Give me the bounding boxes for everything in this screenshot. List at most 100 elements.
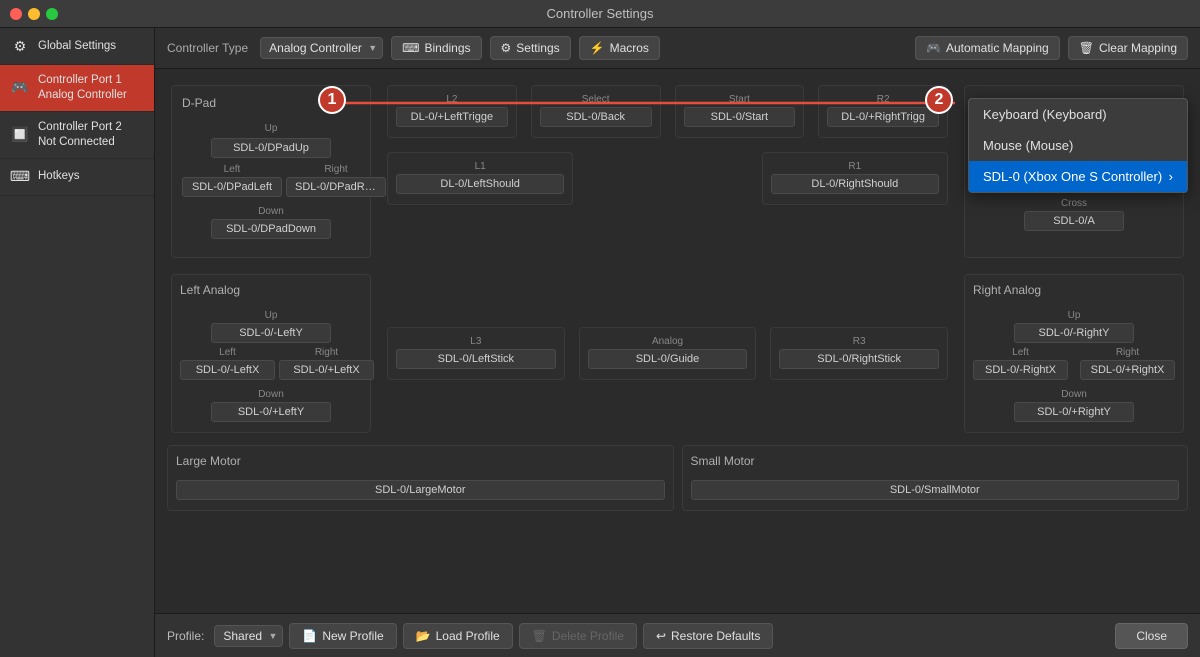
start-label: Start — [684, 94, 796, 105]
settings-button[interactable]: ⚙ Settings — [490, 36, 571, 60]
delete-profile-button[interactable]: 🗑 Delete Profile — [519, 623, 637, 649]
right-analog-left-bind[interactable]: SDL-0/-RightX — [973, 360, 1068, 380]
controller-icon-2: 🔲 — [10, 125, 30, 145]
load-profile-button[interactable]: 📂 Load Profile — [403, 623, 513, 649]
new-profile-label: New Profile — [322, 629, 383, 643]
start-section: Start SDL-0/Start — [675, 85, 805, 138]
r3-bind[interactable]: SDL-0/RightStick — [779, 349, 939, 369]
sidebar-item-global-settings[interactable]: ⚙ Global Settings — [0, 28, 154, 65]
dpad-right-bind[interactable]: SDL-0/DPadRight — [286, 177, 386, 197]
dropdown-item-sdl0-label: SDL-0 (Xbox One S Controller) — [983, 169, 1162, 184]
sidebar: ⚙ Global Settings 🎮 Controller Port 1Ana… — [0, 28, 155, 657]
sidebar-label-controller-port-1: Controller Port 1Analog Controller — [38, 73, 127, 103]
keyboard-icon: ⌨ — [10, 167, 30, 187]
profile-select-wrapper[interactable]: Shared ▼ — [214, 625, 283, 647]
profile-select[interactable]: Shared — [214, 625, 283, 647]
window-title: Controller Settings — [547, 6, 654, 21]
left-analog-up-bind[interactable]: SDL-0/-LeftY — [211, 323, 331, 343]
clear-mapping-label: Clear Mapping — [1099, 41, 1177, 55]
r2-label: R2 — [827, 94, 939, 105]
controller-type-select-wrapper[interactable]: Analog Controller Digital Controller ▼ — [260, 37, 383, 59]
right-analog-title: Right Analog — [973, 283, 1175, 297]
sidebar-item-controller-port-2[interactable]: 🔲 Controller Port 2Not Connected — [0, 112, 154, 159]
minimize-window-button[interactable] — [28, 8, 40, 20]
load-profile-label: Load Profile — [436, 629, 500, 643]
sidebar-label-global-settings: Global Settings — [38, 39, 116, 54]
controller-type-label: Controller Type — [167, 41, 248, 55]
small-motor-title: Small Motor — [691, 454, 1180, 468]
close-button[interactable]: Close — [1115, 623, 1188, 649]
small-motor-section: Small Motor SDL-0/SmallMotor — [682, 445, 1189, 511]
dropdown-item-sdl0-checkmark: › — [1169, 169, 1173, 184]
analog-bind[interactable]: SDL-0/Guide — [588, 349, 748, 369]
motors-row: Large Motor SDL-0/LargeMotor Small Motor… — [167, 445, 1188, 511]
delete-profile-label: Delete Profile — [552, 629, 624, 643]
clear-mapping-button[interactable]: 🗑 Clear Mapping — [1068, 36, 1188, 60]
l1-section: L1 DL-0/LeftShould — [387, 152, 573, 205]
large-motor-section: Large Motor SDL-0/LargeMotor — [167, 445, 674, 511]
restore-icon: ↩ — [656, 629, 666, 643]
right-analog-section: Right Analog Up SDL-0/-RightY Left SDL-0… — [964, 274, 1184, 433]
dropdown-item-sdl0[interactable]: SDL-0 (Xbox One S Controller) › — [969, 161, 1187, 192]
clear-mapping-icon: 🗑 — [1079, 41, 1094, 55]
start-bind[interactable]: SDL-0/Start — [684, 107, 796, 127]
macros-button[interactable]: ⚡ Macros — [579, 36, 660, 60]
cross-bind[interactable]: SDL-0/A — [1024, 211, 1124, 231]
cross-label: Cross — [975, 198, 1173, 209]
select-bind[interactable]: SDL-0/Back — [540, 107, 652, 127]
l3-bind[interactable]: SDL-0/LeftStick — [396, 349, 556, 369]
left-analog-down-bind[interactable]: SDL-0/+LeftY — [211, 402, 331, 422]
analog-label: Analog — [588, 336, 748, 347]
dpad-down-bind[interactable]: SDL-0/DPadDown — [211, 219, 331, 239]
select-label: Select — [540, 94, 652, 105]
new-profile-icon: 📄 — [302, 629, 317, 643]
maximize-window-button[interactable] — [46, 8, 58, 20]
bindings-label: Bindings — [424, 41, 470, 55]
main-content-area: Controller Type Analog Controller Digita… — [155, 28, 1200, 657]
settings-icon: ⚙ — [501, 41, 512, 55]
auto-mapping-label: Automatic Mapping — [946, 41, 1049, 55]
select-section: Select SDL-0/Back — [531, 85, 661, 138]
settings-label: Settings — [516, 41, 559, 55]
left-analog-section: Left Analog Up SDL-0/-LeftY Left SDL-0/-… — [171, 274, 371, 433]
left-analog-title: Left Analog — [180, 283, 362, 297]
auto-mapping-dropdown: Keyboard (Keyboard) Mouse (Mouse) SDL-0 … — [968, 98, 1188, 193]
small-motor-bind[interactable]: SDL-0/SmallMotor — [691, 480, 1180, 500]
l1-label: L1 — [396, 161, 564, 172]
right-analog-up-bind[interactable]: SDL-0/-RightY — [1014, 323, 1134, 343]
dpad-up-label: Up — [265, 123, 278, 134]
left-analog-right-bind[interactable]: SDL-0/+LeftX — [279, 360, 374, 380]
l3-section: L3 SDL-0/LeftStick — [387, 327, 565, 380]
r1-bind[interactable]: DL-0/RightShould — [771, 174, 939, 194]
gear-icon: ⚙ — [10, 36, 30, 56]
left-analog-left-bind[interactable]: SDL-0/-LeftX — [180, 360, 275, 380]
large-motor-bind[interactable]: SDL-0/LargeMotor — [176, 480, 665, 500]
title-bar: Controller Settings — [0, 0, 1200, 28]
right-analog-down-bind[interactable]: SDL-0/+RightY — [1014, 402, 1134, 422]
bottom-bar: Profile: Shared ▼ 📄 New Profile 📂 Load P… — [155, 613, 1200, 657]
dpad-right-label: Right — [286, 164, 386, 175]
dropdown-item-keyboard[interactable]: Keyboard (Keyboard) — [969, 99, 1187, 130]
auto-mapping-button[interactable]: 🎮 Automatic Mapping — [915, 36, 1060, 60]
dpad-up-bind[interactable]: SDL-0/DPadUp — [211, 138, 331, 158]
sidebar-label-controller-port-2: Controller Port 2Not Connected — [38, 120, 122, 150]
sidebar-item-hotkeys[interactable]: ⌨ Hotkeys — [0, 159, 154, 196]
r2-bind[interactable]: DL-0/+RightTrigg — [827, 107, 939, 127]
dropdown-item-mouse[interactable]: Mouse (Mouse) — [969, 130, 1187, 161]
profile-label: Profile: — [167, 629, 204, 643]
right-analog-right-bind[interactable]: SDL-0/+RightX — [1080, 360, 1175, 380]
restore-defaults-button[interactable]: ↩ Restore Defaults — [643, 623, 773, 649]
r1-label: R1 — [771, 161, 939, 172]
close-window-button[interactable] — [10, 8, 22, 20]
sidebar-item-controller-port-1[interactable]: 🎮 Controller Port 1Analog Controller — [0, 65, 154, 112]
dpad-section: D-Pad Up SDL-0/DPadUp Left SDL-0/DPadLef… — [171, 85, 371, 258]
l2-bind[interactable]: DL-0/+LeftTrigge — [396, 107, 508, 127]
delete-profile-icon: 🗑 — [532, 629, 547, 643]
l2-section: L2 DL-0/+LeftTrigge — [387, 85, 517, 138]
controller-type-select[interactable]: Analog Controller Digital Controller — [260, 37, 383, 59]
dpad-left-bind[interactable]: SDL-0/DPadLeft — [182, 177, 282, 197]
new-profile-button[interactable]: 📄 New Profile — [289, 623, 396, 649]
bindings-button[interactable]: ⌨ Bindings — [391, 36, 481, 60]
l1-bind[interactable]: DL-0/LeftShould — [396, 174, 564, 194]
analog-section: Analog SDL-0/Guide — [579, 327, 757, 380]
